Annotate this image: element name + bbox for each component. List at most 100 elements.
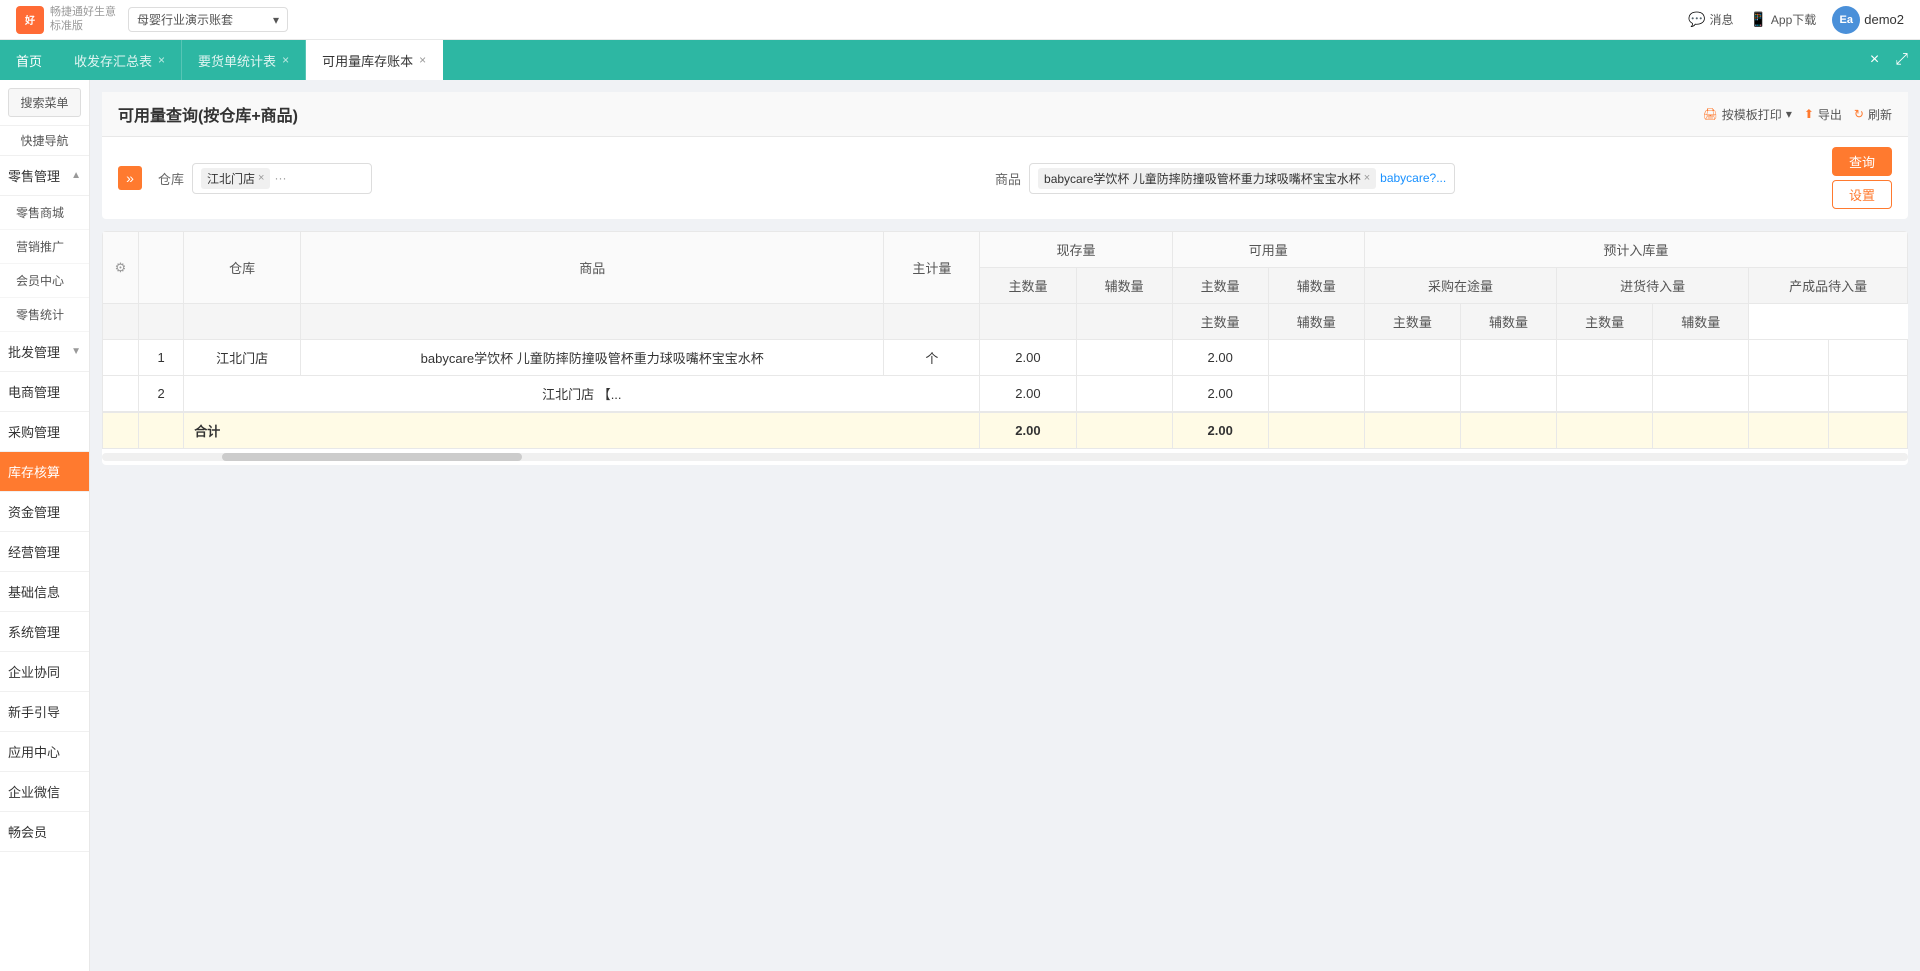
gd-avail-main: 2.00 xyxy=(1172,376,1268,413)
th-incoming-pending: 进货待入量 xyxy=(1557,268,1749,304)
gd-product-main xyxy=(1749,376,1828,413)
table-settings-icon[interactable]: ⚙ xyxy=(115,260,127,275)
avatar: Ea xyxy=(1832,6,1860,34)
sidebar-item-wechat[interactable]: 企业微信 xyxy=(0,772,89,812)
tf-purchase-aux xyxy=(1460,412,1556,449)
query-actions: 🖨 按模板打印 ▾ ⬆ 导出 ↻ 刷新 xyxy=(1703,106,1892,123)
sidebar-item-system[interactable]: 系统管理 xyxy=(0,612,89,652)
expand-icon-wholesale: ▼ xyxy=(71,346,81,357)
warehouse-input[interactable]: 江北门店 × ··· xyxy=(192,163,372,194)
table-footer-row: 合计 2.00 2.00 xyxy=(103,412,1908,449)
sidebar-item-operations[interactable]: 经营管理 xyxy=(0,532,89,572)
sidebar-item-retail-mall[interactable]: 零售商城 xyxy=(0,196,89,230)
expand-filter-button[interactable]: » xyxy=(118,166,142,190)
tf-product-aux xyxy=(1828,412,1907,449)
sidebar-item-basic-info[interactable]: 基础信息 xyxy=(0,572,89,612)
td-avail-aux xyxy=(1268,340,1364,376)
close-tab-stock[interactable]: × xyxy=(419,53,426,67)
remove-product-tag[interactable]: × xyxy=(1364,172,1370,184)
tf-avail-aux xyxy=(1268,412,1364,449)
industry-selector[interactable]: 母婴行业演示账套 ▾ xyxy=(128,7,288,32)
search-menu-button[interactable]: 搜索菜单 xyxy=(8,88,81,117)
table-header-row-3: 主数量 辅数量 主数量 辅数量 主数量 辅数量 xyxy=(103,304,1908,340)
message-icon: 💬 xyxy=(1688,11,1705,28)
th-warehouse: 仓库 xyxy=(184,232,301,304)
expand-button[interactable]: ⤢ xyxy=(1891,47,1912,73)
sidebar-item-members[interactable]: 会员中心 xyxy=(0,264,89,298)
tf-purchase-main xyxy=(1364,412,1460,449)
user-profile[interactable]: Ea demo2 xyxy=(1832,6,1904,34)
sidebar-item-wholesale-mgmt[interactable]: 批发管理 ▼ xyxy=(0,332,89,372)
expand-icon-retail: ▲ xyxy=(71,170,81,181)
table-header-row-1: ⚙ 仓库 商品 主计量 现存量 可用量 预计入库量 xyxy=(103,232,1908,268)
th-settings: ⚙ xyxy=(103,232,139,304)
tab-available-stock[interactable]: 可用量库存账本 × xyxy=(306,40,443,80)
table-panel: ⚙ 仓库 商品 主计量 现存量 可用量 预计入库量 主数量 辅数 xyxy=(102,231,1908,465)
product-label: 商品 xyxy=(995,169,1021,188)
download-icon: 📱 xyxy=(1749,11,1766,28)
tab-receive-summary[interactable]: 收发存汇总表 × xyxy=(58,40,182,80)
sidebar-item-members-pro[interactable]: 畅会员 xyxy=(0,812,89,852)
sidebar-item-app-center[interactable]: 应用中心 xyxy=(0,732,89,772)
gd-current-aux xyxy=(1076,376,1172,413)
td-product-main xyxy=(1749,340,1828,376)
gd-warehouse: 江北门店 【... xyxy=(184,376,980,413)
sidebar-item-purchase[interactable]: 采购管理 xyxy=(0,412,89,452)
td-purchase-main xyxy=(1364,340,1460,376)
th-purchase-main: 主数量 xyxy=(1172,304,1268,340)
app-download-button[interactable]: 📱 App下载 xyxy=(1749,11,1816,28)
tab-order-stats[interactable]: 要货单统计表 × xyxy=(182,40,306,80)
gd-no: 2 xyxy=(139,376,184,413)
th-avail-aux-qty: 辅数量 xyxy=(1268,268,1364,304)
close-tab-order[interactable]: × xyxy=(282,53,289,67)
th-product-pending: 产成品待入量 xyxy=(1749,268,1908,304)
refresh-button[interactable]: ↻ 刷新 xyxy=(1854,106,1892,123)
sidebar-item-retail-stats[interactable]: 零售统计 xyxy=(0,298,89,332)
header-right: 💬 消息 📱 App下载 Ea demo2 xyxy=(1688,6,1904,34)
close-all-tabs-button[interactable]: × xyxy=(1866,47,1883,73)
scrollbar-thumb[interactable] xyxy=(222,453,522,461)
product-more-indicator: babycare?... xyxy=(1380,171,1446,185)
th-current-stock: 现存量 xyxy=(980,232,1172,268)
sidebar-item-ecommerce[interactable]: 电商管理 xyxy=(0,372,89,412)
th-empty6 xyxy=(980,304,1076,340)
sidebar-item-finance[interactable]: 资金管理 xyxy=(0,492,89,532)
td-avail-main: 2.00 xyxy=(1172,340,1268,376)
product-input[interactable]: babycare学饮杯 儿童防摔防撞吸管杯重力球吸嘴杯宝宝水杯 × babyca… xyxy=(1029,163,1455,194)
td-product-aux xyxy=(1828,340,1907,376)
message-button[interactable]: 💬 消息 xyxy=(1688,11,1733,28)
sidebar-item-inventory[interactable]: 库存核算 xyxy=(0,452,89,492)
close-tab-receive[interactable]: × xyxy=(158,53,165,67)
sidebar-item-quick-nav[interactable]: 快捷导航 xyxy=(0,126,89,156)
sidebar-item-marketing[interactable]: 营销推广 xyxy=(0,230,89,264)
table-row: 1 江北门店 babycare学饮杯 儿童防摔防撞吸管杯重力球吸嘴杯宝宝水杯 个… xyxy=(103,340,1908,376)
sidebar-item-newbie[interactable]: 新手引导 xyxy=(0,692,89,732)
gd-empty xyxy=(103,376,139,413)
gd-purchase-main xyxy=(1364,376,1460,413)
sidebar-item-retail-mgmt[interactable]: 零售管理 ▲ xyxy=(0,156,89,196)
th-empty1 xyxy=(103,304,139,340)
tf-avail-main: 2.00 xyxy=(1172,412,1268,449)
remove-warehouse-tag[interactable]: × xyxy=(258,172,264,184)
th-incoming-main: 主数量 xyxy=(1364,304,1460,340)
th-purchase-aux: 辅数量 xyxy=(1268,304,1364,340)
page-content: 可用量查询(按仓库+商品) 🖨 按模板打印 ▾ ⬆ 导出 ↻ xyxy=(90,80,1920,971)
export-button[interactable]: ⬆ 导出 xyxy=(1804,106,1842,123)
tf-empty1 xyxy=(103,412,139,449)
th-current-main-qty: 主数量 xyxy=(980,268,1076,304)
tf-incoming-main xyxy=(1557,412,1653,449)
tf-incoming-aux xyxy=(1653,412,1749,449)
logo-text: 畅捷通好生意 标准版 xyxy=(50,6,116,32)
nav-tabs-right: × ⤢ xyxy=(1866,47,1920,73)
settings-button[interactable]: 设置 xyxy=(1832,180,1892,209)
query-button[interactable]: 查询 xyxy=(1832,147,1892,176)
content-area: 可用量查询(按仓库+商品) 🖨 按模板打印 ▾ ⬆ 导出 ↻ xyxy=(90,80,1920,971)
tab-home[interactable]: 首页 xyxy=(0,40,58,80)
print-template-button[interactable]: 🖨 按模板打印 ▾ xyxy=(1703,106,1792,123)
th-no xyxy=(139,232,184,304)
th-available: 可用量 xyxy=(1172,232,1364,268)
table-scrollbar[interactable] xyxy=(102,453,1908,461)
sidebar-item-enterprise[interactable]: 企业协同 xyxy=(0,652,89,692)
export-icon: ⬆ xyxy=(1804,107,1814,121)
td-incoming-aux xyxy=(1653,340,1749,376)
